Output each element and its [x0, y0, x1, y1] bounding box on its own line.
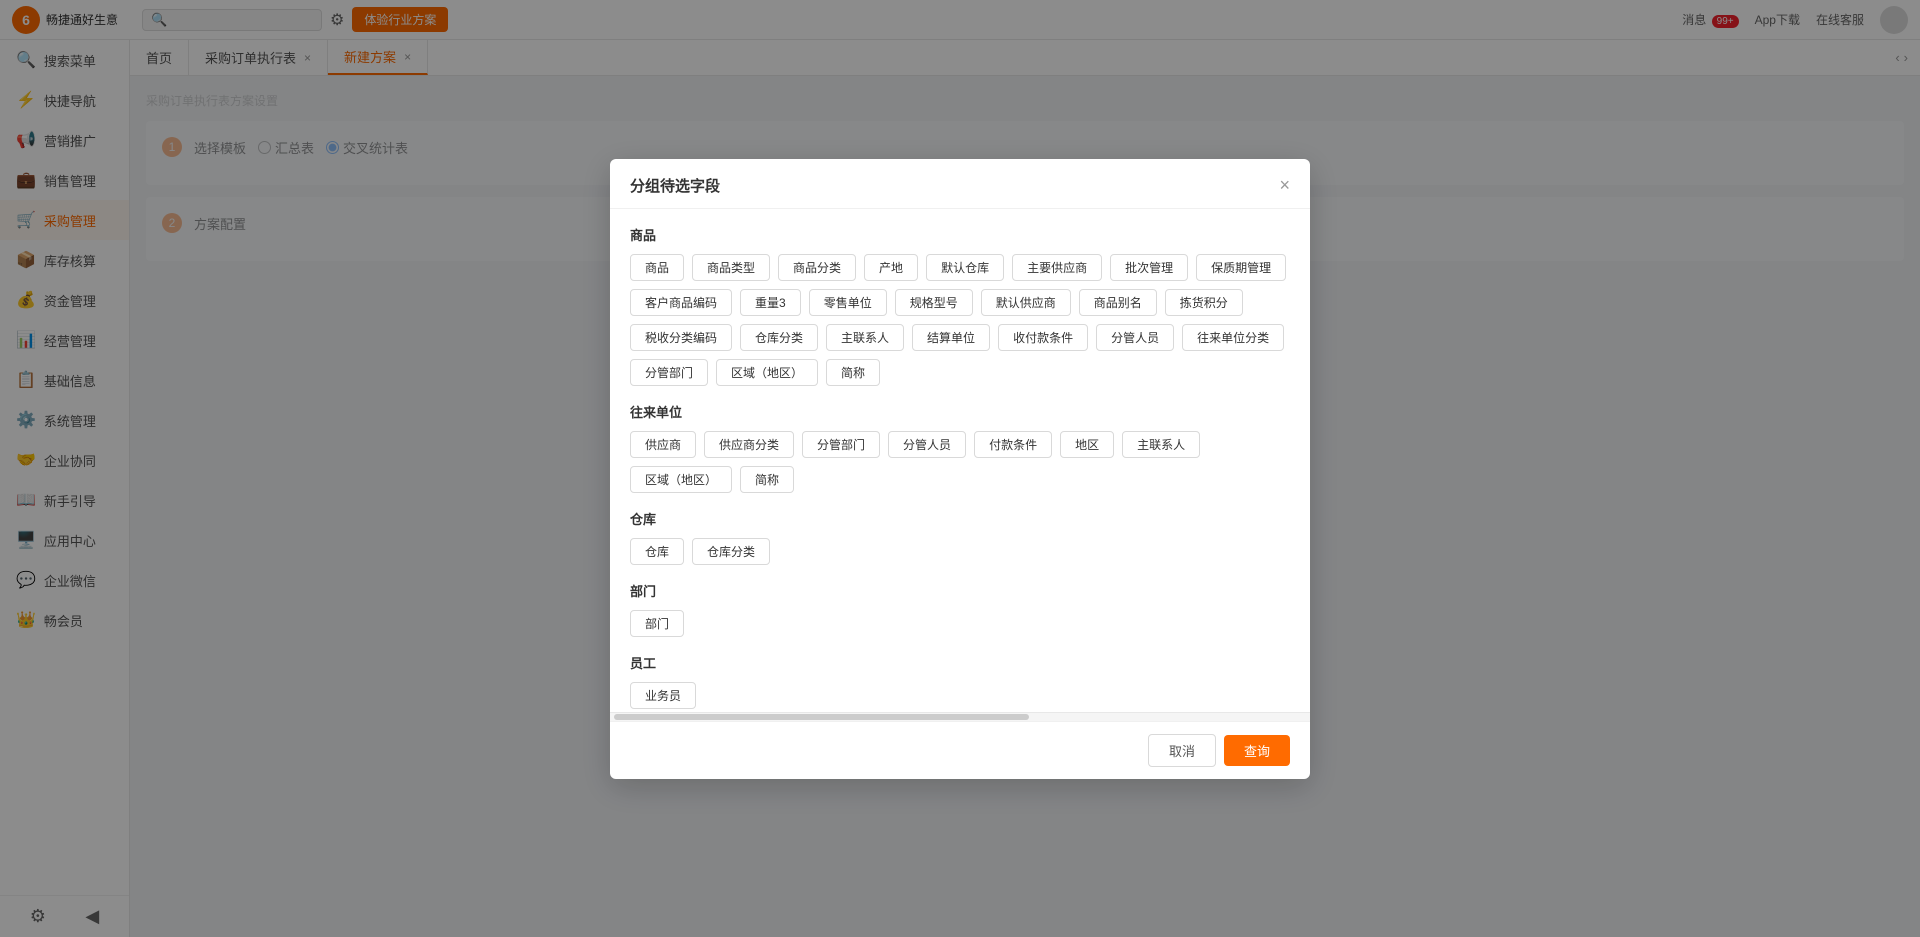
field-tag-0-12[interactable]: 默认供应商	[981, 289, 1071, 316]
field-tag-0-4[interactable]: 默认仓库	[926, 254, 1004, 281]
field-tag-1-0[interactable]: 供应商	[630, 431, 696, 458]
field-section-1: 往来单位供应商供应商分类分管部门分管人员付款条件地区主联系人区域（地区） 简称	[630, 402, 1290, 493]
field-section-2: 仓库仓库仓库分类	[630, 509, 1290, 565]
field-tag-1-5[interactable]: 地区	[1060, 431, 1114, 458]
field-tag-0-6[interactable]: 批次管理	[1110, 254, 1188, 281]
field-tag-0-19[interactable]: 收付款条件	[998, 324, 1088, 351]
section-title-0: 商品	[630, 225, 1290, 244]
field-tags-3: 部门	[630, 610, 1290, 637]
field-tag-1-2[interactable]: 分管部门	[802, 431, 880, 458]
field-tag-0-5[interactable]: 主要供应商	[1012, 254, 1102, 281]
confirm-button[interactable]: 查询	[1224, 735, 1290, 766]
field-tag-1-1[interactable]: 供应商分类	[704, 431, 794, 458]
field-tag-0-17[interactable]: 主联系人	[826, 324, 904, 351]
hscroll-thumb[interactable]	[614, 714, 1029, 720]
modal-header: 分组待选字段 ×	[610, 159, 1310, 209]
field-tag-0-0[interactable]: 商品	[630, 254, 684, 281]
field-tag-0-1[interactable]: 商品类型	[692, 254, 770, 281]
field-tag-0-3[interactable]: 产地	[864, 254, 918, 281]
field-section-4: 员工业务员	[630, 653, 1290, 709]
field-tag-0-11[interactable]: 规格型号	[895, 289, 973, 316]
field-tag-1-3[interactable]: 分管人员	[888, 431, 966, 458]
field-tag-0-22[interactable]: 分管部门	[630, 359, 708, 386]
field-tag-0-8[interactable]: 客户商品编码	[630, 289, 732, 316]
section-title-1: 往来单位	[630, 402, 1290, 421]
field-tag-1-6[interactable]: 主联系人	[1122, 431, 1200, 458]
field-tag-0-24[interactable]: 简称	[826, 359, 880, 386]
modal-title: 分组待选字段	[630, 175, 720, 196]
field-tag-0-15[interactable]: 税收分类编码	[630, 324, 732, 351]
field-tag-1-8[interactable]: 简称	[740, 466, 794, 493]
field-tag-0-9[interactable]: 重量3	[740, 289, 801, 316]
field-tags-0: 商品商品类型商品分类产地默认仓库主要供应商批次管理保质期管理客户商品编码重量3 零…	[630, 254, 1290, 386]
field-section-0: 商品商品商品类型商品分类产地默认仓库主要供应商批次管理保质期管理客户商品编码重量…	[630, 225, 1290, 386]
field-tag-2-0[interactable]: 仓库	[630, 538, 684, 565]
field-tag-0-10[interactable]: 零售单位	[809, 289, 887, 316]
field-tags-4: 业务员	[630, 682, 1290, 709]
field-tag-0-18[interactable]: 结算单位	[912, 324, 990, 351]
modal-overlay: 分组待选字段 × 商品商品商品类型商品分类产地默认仓库主要供应商批次管理保质期管…	[0, 0, 1920, 937]
field-tag-0-20[interactable]: 分管人员	[1096, 324, 1174, 351]
field-tag-3-0[interactable]: 部门	[630, 610, 684, 637]
modal-horizontal-scrollbar[interactable]	[610, 712, 1310, 720]
modal-footer: 取消 查询	[610, 721, 1310, 779]
field-tag-2-1[interactable]: 仓库分类	[692, 538, 770, 565]
modal-close-button[interactable]: ×	[1279, 175, 1290, 196]
field-tag-1-4[interactable]: 付款条件	[974, 431, 1052, 458]
field-tags-2: 仓库仓库分类	[630, 538, 1290, 565]
field-tag-0-23[interactable]: 区域（地区）	[716, 359, 818, 386]
section-title-3: 部门	[630, 581, 1290, 600]
cancel-button[interactable]: 取消	[1148, 734, 1216, 767]
field-tag-0-21[interactable]: 往来单位分类	[1182, 324, 1284, 351]
field-tag-0-7[interactable]: 保质期管理	[1196, 254, 1286, 281]
field-tag-0-16[interactable]: 仓库分类	[740, 324, 818, 351]
section-title-2: 仓库	[630, 509, 1290, 528]
modal-body: 商品商品商品类型商品分类产地默认仓库主要供应商批次管理保质期管理客户商品编码重量…	[610, 209, 1310, 713]
field-tag-1-7[interactable]: 区域（地区）	[630, 466, 732, 493]
field-tag-0-13[interactable]: 商品别名	[1079, 289, 1157, 316]
field-section-3: 部门部门	[630, 581, 1290, 637]
section-title-4: 员工	[630, 653, 1290, 672]
field-tag-0-2[interactable]: 商品分类	[778, 254, 856, 281]
field-tags-1: 供应商供应商分类分管部门分管人员付款条件地区主联系人区域（地区） 简称	[630, 431, 1290, 493]
field-tag-0-14[interactable]: 拣货积分	[1165, 289, 1243, 316]
field-select-modal: 分组待选字段 × 商品商品商品类型商品分类产地默认仓库主要供应商批次管理保质期管…	[610, 159, 1310, 779]
field-tag-4-0[interactable]: 业务员	[630, 682, 696, 709]
